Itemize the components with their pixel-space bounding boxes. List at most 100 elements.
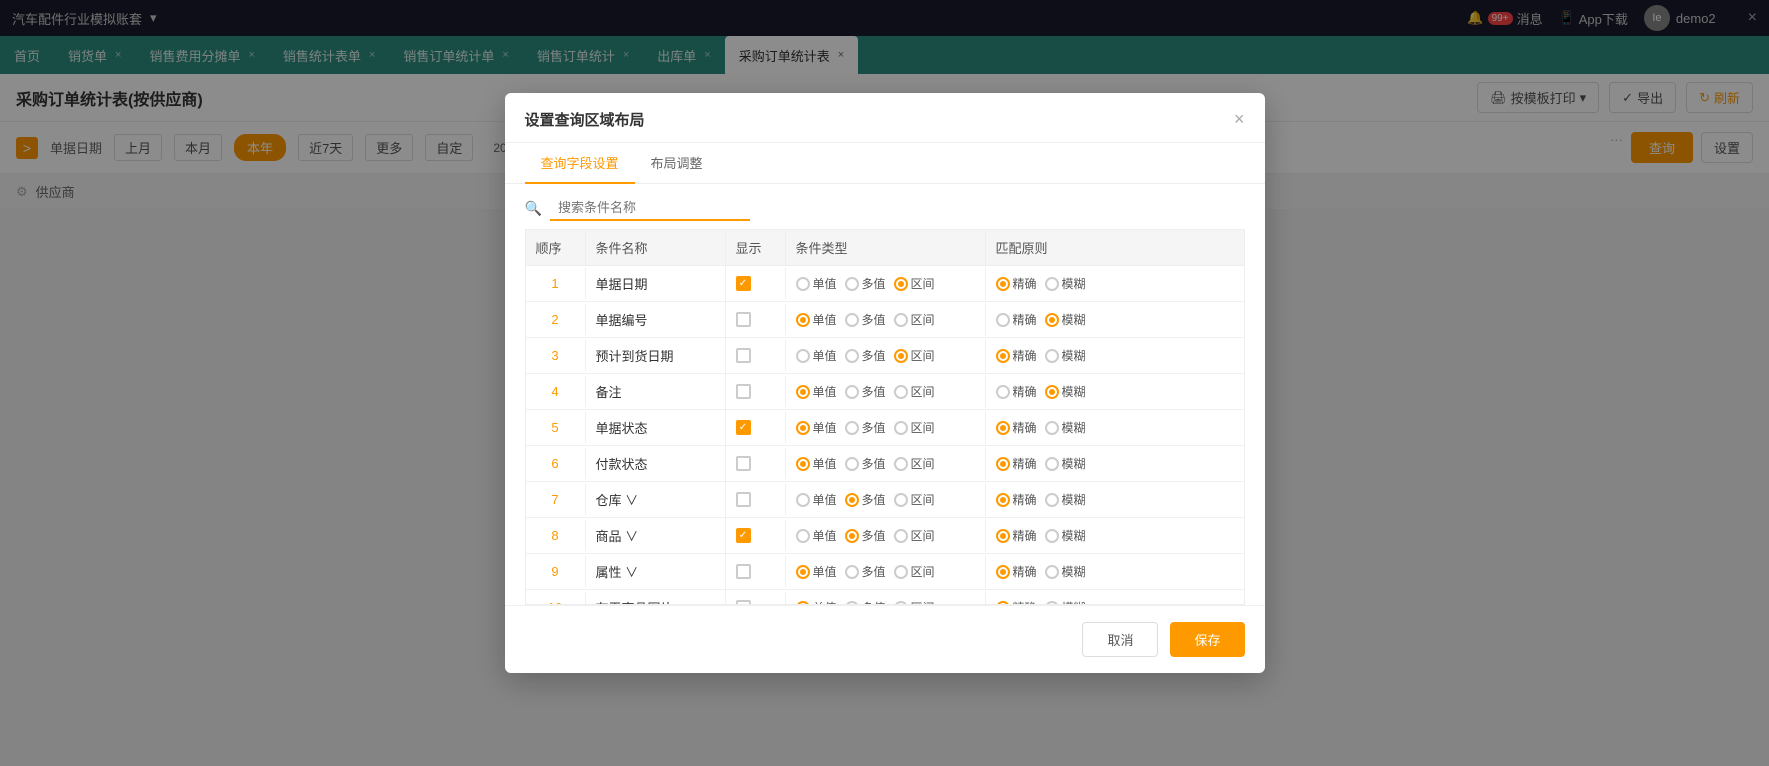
match-radio-fuzzy[interactable]: 模糊 xyxy=(1045,275,1086,292)
type-radio-range[interactable]: 区间 xyxy=(894,527,935,544)
radio-label-single: 单值 xyxy=(813,275,837,292)
cell-name: 单据日期 xyxy=(586,266,726,301)
type-radio-multi[interactable]: 多值 xyxy=(845,563,886,580)
type-radio-range[interactable]: 区间 xyxy=(894,455,935,472)
type-radio-multi[interactable]: 多值 xyxy=(845,419,886,436)
type-radio-single[interactable]: 单值 xyxy=(796,527,837,544)
radio-circle-single xyxy=(796,349,810,363)
display-checkbox[interactable] xyxy=(736,312,751,327)
radio-circle-multi xyxy=(845,529,859,543)
type-radio-single[interactable]: 单值 xyxy=(796,419,837,436)
tab-layout-adjust[interactable]: 布局调整 xyxy=(635,143,719,184)
cell-display[interactable] xyxy=(726,340,786,371)
match-radio-exact[interactable]: 精确 xyxy=(996,491,1037,508)
match-circle-exact xyxy=(996,493,1010,507)
match-label-exact: 精确 xyxy=(1013,275,1037,292)
type-radio-single[interactable]: 单值 xyxy=(796,563,837,580)
radio-label-single: 单值 xyxy=(813,563,837,580)
type-radio-multi[interactable]: 多值 xyxy=(845,527,886,544)
match-radio-exact[interactable]: 精确 xyxy=(996,311,1037,328)
type-radio-multi[interactable]: 多值 xyxy=(845,491,886,508)
table-row: 8商品 ∨✓单值多值区间精确模糊 xyxy=(526,518,1244,554)
radio-label-multi: 多值 xyxy=(862,311,886,328)
match-radio-fuzzy[interactable]: 模糊 xyxy=(1045,347,1086,364)
match-radio-fuzzy[interactable]: 模糊 xyxy=(1045,419,1086,436)
type-radio-range[interactable]: 区间 xyxy=(894,383,935,400)
radio-circle-single xyxy=(796,421,810,435)
cell-match: 精确模糊 xyxy=(986,519,1186,552)
cell-display[interactable] xyxy=(726,376,786,407)
match-label-fuzzy: 模糊 xyxy=(1062,347,1086,364)
cell-type: 单值多值区间 xyxy=(786,447,986,480)
type-radio-multi[interactable]: 多值 xyxy=(845,383,886,400)
match-label-fuzzy: 模糊 xyxy=(1062,419,1086,436)
match-radio-fuzzy[interactable]: 模糊 xyxy=(1045,383,1086,400)
radio-circle-single xyxy=(796,493,810,507)
cell-display[interactable] xyxy=(726,304,786,335)
cell-display[interactable] xyxy=(726,448,786,479)
radio-circle-single xyxy=(796,277,810,291)
match-radio-exact[interactable]: 精确 xyxy=(996,419,1037,436)
type-radio-range[interactable]: 区间 xyxy=(894,491,935,508)
cell-display[interactable]: ✓ xyxy=(726,412,786,443)
display-checkbox[interactable] xyxy=(736,564,751,579)
radio-label-range: 区间 xyxy=(911,383,935,400)
match-radio-exact[interactable]: 精确 xyxy=(996,527,1037,544)
cell-display[interactable] xyxy=(726,592,786,605)
match-radio-exact[interactable]: 精确 xyxy=(996,383,1037,400)
cell-order: 2 xyxy=(526,304,586,335)
display-checkbox[interactable]: ✓ xyxy=(736,420,751,435)
cell-display[interactable]: ✓ xyxy=(726,520,786,551)
match-radio-fuzzy[interactable]: 模糊 xyxy=(1045,491,1086,508)
modal-close-button[interactable]: × xyxy=(1234,109,1245,130)
match-radio-fuzzy[interactable]: 模糊 xyxy=(1045,563,1086,580)
modal-search-input[interactable] xyxy=(550,196,750,221)
type-radio-single[interactable]: 单值 xyxy=(796,311,837,328)
table-row: 7仓库 ∨单值多值区间精确模糊 xyxy=(526,482,1244,518)
save-button[interactable]: 保存 xyxy=(1170,622,1244,657)
display-checkbox[interactable]: ✓ xyxy=(736,528,751,543)
type-radio-range[interactable]: 区间 xyxy=(894,419,935,436)
type-radio-multi[interactable]: 多值 xyxy=(845,347,886,364)
match-radio-exact[interactable]: 精确 xyxy=(996,455,1037,472)
match-radio-fuzzy[interactable]: 模糊 xyxy=(1045,311,1086,328)
type-radio-multi[interactable]: 多值 xyxy=(845,311,886,328)
display-checkbox[interactable] xyxy=(736,384,751,399)
display-checkbox[interactable] xyxy=(736,492,751,507)
display-checkbox[interactable] xyxy=(736,456,751,471)
match-radio-exact[interactable]: 精确 xyxy=(996,563,1037,580)
table-row: 9属性 ∨单值多值区间精确模糊 xyxy=(526,554,1244,590)
cell-match: 精确模糊 xyxy=(986,447,1186,480)
cell-name: 仓库 ∨ xyxy=(586,482,726,517)
cell-display[interactable] xyxy=(726,484,786,515)
type-radio-single[interactable]: 单值 xyxy=(796,275,837,292)
match-radio-exact[interactable]: 精确 xyxy=(996,275,1037,292)
match-label-exact: 精确 xyxy=(1013,527,1037,544)
radio-circle-range xyxy=(894,313,908,327)
match-radio-fuzzy[interactable]: 模糊 xyxy=(1045,527,1086,544)
type-radio-single[interactable]: 单值 xyxy=(796,491,837,508)
type-radio-multi[interactable]: 多值 xyxy=(845,455,886,472)
cell-name: 有无商品图片 xyxy=(586,590,726,605)
cell-display[interactable] xyxy=(726,556,786,587)
match-circle-exact xyxy=(996,457,1010,471)
display-checkbox[interactable] xyxy=(736,348,751,363)
table-row: 3预计到货日期单值多值区间精确模糊 xyxy=(526,338,1244,374)
radio-label-range: 区间 xyxy=(911,563,935,580)
match-label-exact: 精确 xyxy=(1013,491,1037,508)
cancel-button[interactable]: 取消 xyxy=(1082,622,1158,657)
type-radio-single[interactable]: 单值 xyxy=(796,347,837,364)
type-radio-multi[interactable]: 多值 xyxy=(845,275,886,292)
type-radio-range[interactable]: 区间 xyxy=(894,347,935,364)
type-radio-single[interactable]: 单值 xyxy=(796,383,837,400)
cell-display[interactable]: ✓ xyxy=(726,268,786,299)
modal-table: 顺序 条件名称 显示 条件类型 匹配原则 1单据日期✓单值多值区间精确模糊2单据… xyxy=(505,229,1265,605)
type-radio-range[interactable]: 区间 xyxy=(894,275,935,292)
match-radio-fuzzy[interactable]: 模糊 xyxy=(1045,455,1086,472)
type-radio-single[interactable]: 单值 xyxy=(796,455,837,472)
type-radio-range[interactable]: 区间 xyxy=(894,563,935,580)
tab-query-fields[interactable]: 查询字段设置 xyxy=(525,143,635,184)
match-radio-exact[interactable]: 精确 xyxy=(996,347,1037,364)
type-radio-range[interactable]: 区间 xyxy=(894,311,935,328)
display-checkbox[interactable]: ✓ xyxy=(736,276,751,291)
